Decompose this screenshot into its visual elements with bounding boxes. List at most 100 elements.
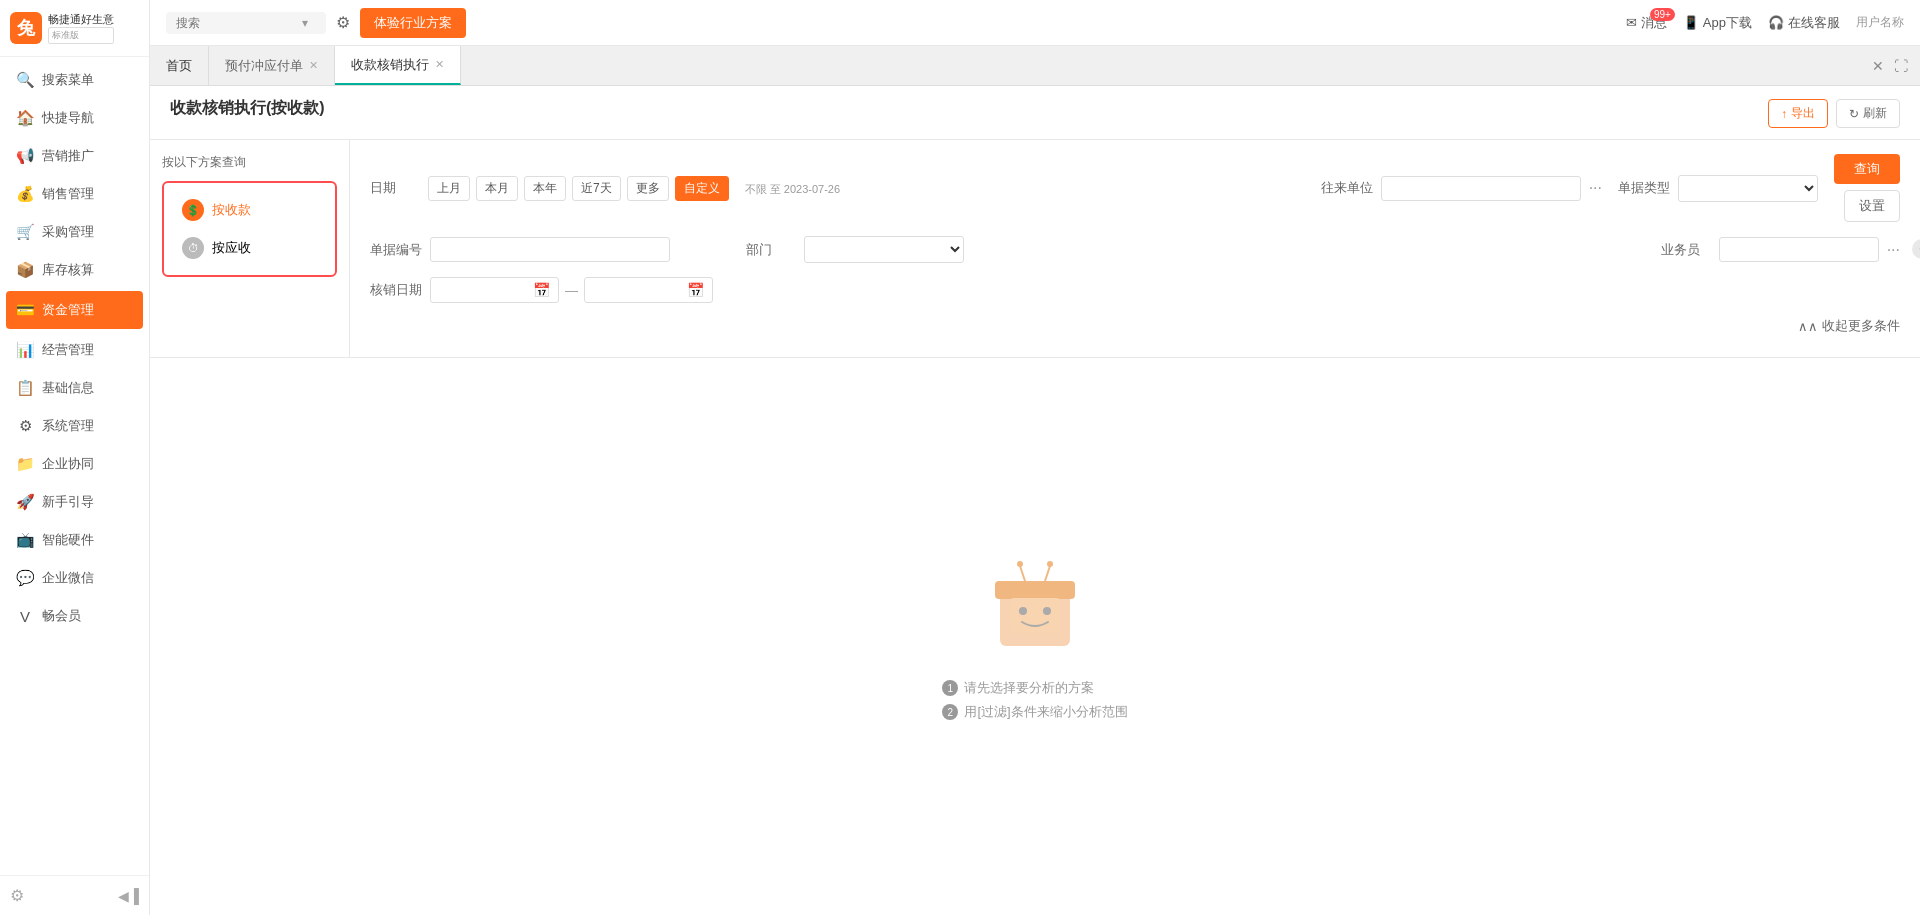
- export-icon: ↑: [1781, 107, 1787, 121]
- sidebar-item-basicinfo[interactable]: 📋 基础信息: [0, 369, 149, 407]
- sidebar-item-sales[interactable]: 💰 销售管理: [0, 175, 149, 213]
- sidebar-item-hardware[interactable]: 📺 智能硬件: [0, 521, 149, 559]
- writeoff-date-to[interactable]: 2023-07-21: [593, 283, 683, 298]
- sidebar-item-newguide[interactable]: 🚀 新手引导: [0, 483, 149, 521]
- sidebar-item-operations[interactable]: 📊 经营管理: [0, 331, 149, 369]
- svg-line-5: [1020, 566, 1025, 581]
- inventory-icon: 📦: [16, 261, 34, 279]
- sidebar-item-purchase[interactable]: 🛒 采购管理: [0, 213, 149, 251]
- hint-num-2: 2: [942, 704, 958, 720]
- writeoff-date-range: 2023-03-01 📅 — 2023-07-21 📅: [430, 277, 713, 303]
- salesman-more-icon[interactable]: ···: [1887, 241, 1900, 259]
- message-badge: 99+: [1650, 8, 1675, 21]
- collapse-sidebar-button[interactable]: ◀▐: [118, 888, 139, 904]
- counterparty-input[interactable]: [1381, 176, 1581, 201]
- expand-tab-button[interactable]: ⛶: [1894, 58, 1908, 74]
- filter-row-1: 日期 上月 本月 本年 近7天 更多 自定义 不限 至 2023-07-26: [370, 154, 1900, 222]
- sidebar-item-finance[interactable]: 💳 资金管理: [6, 291, 143, 329]
- filter-option-by-payment[interactable]: 💲 按收款: [172, 191, 327, 229]
- sidebar-item-search[interactable]: 🔍 搜索菜单: [0, 61, 149, 99]
- svg-rect-1: [995, 581, 1075, 599]
- close-tab-button[interactable]: ✕: [1872, 58, 1884, 74]
- export-button[interactable]: ↑ 导出: [1768, 99, 1828, 128]
- date-btn-this-year[interactable]: 本年: [524, 176, 566, 201]
- filter-row-3: 核销日期 2023-03-01 📅 — 2023-07-21 📅: [370, 277, 1900, 303]
- calendar-from-icon[interactable]: 📅: [533, 282, 550, 298]
- vouchertype-select[interactable]: [1678, 175, 1818, 202]
- sidebar-item-inventory[interactable]: 📦 库存核算: [0, 251, 149, 289]
- filter-option-by-receivable[interactable]: ⏱ 按应收: [172, 229, 327, 267]
- refresh-button[interactable]: ↻ 刷新: [1836, 99, 1900, 128]
- service-icon: 🎧: [1768, 15, 1784, 30]
- app-download-button[interactable]: 📱 App下载: [1683, 14, 1752, 32]
- page-action-buttons: ↑ 导出 ↻ 刷新: [1768, 99, 1900, 128]
- tab-label: 首页: [166, 57, 192, 75]
- sidebar-item-label: 采购管理: [42, 223, 94, 241]
- sidebar-item-wechat[interactable]: 💬 企业微信: [0, 559, 149, 597]
- tab-prepay[interactable]: 预付冲应付单 ✕: [209, 46, 335, 85]
- svg-point-8: [1047, 561, 1053, 567]
- sidebar-item-label: 企业协同: [42, 455, 94, 473]
- date-btn-this-month[interactable]: 本月: [476, 176, 518, 201]
- sidebar-item-label: 库存核算: [42, 261, 94, 279]
- date-range-separator: —: [565, 283, 578, 298]
- refresh-icon: ↻: [1849, 107, 1859, 121]
- date-btn-last-month[interactable]: 上月: [428, 176, 470, 201]
- writeoff-date-from[interactable]: 2023-03-01: [439, 283, 529, 298]
- sidebar-item-system[interactable]: ⚙ 系统管理: [0, 407, 149, 445]
- date-btn-7days[interactable]: 近7天: [572, 176, 621, 201]
- calendar-to-icon[interactable]: 📅: [687, 282, 704, 298]
- logo-icon: 兔: [10, 12, 42, 44]
- tab-bar: 首页 预付冲应付单 ✕ 收款核销执行 ✕ ✕ ⛶: [150, 46, 1920, 86]
- counterparty-more-icon[interactable]: ···: [1589, 179, 1602, 197]
- salesman-input[interactable]: [1719, 237, 1879, 262]
- message-button[interactable]: ✉ 消息 99+: [1626, 14, 1667, 32]
- sidebar-bottom: ⚙ ◀▐: [0, 875, 149, 915]
- date-btn-custom[interactable]: 自定义: [675, 176, 729, 201]
- writeoff-date-to-wrap: 2023-07-21 📅: [584, 277, 713, 303]
- user-name: 用户名称: [1856, 14, 1904, 31]
- empty-state: 1 请先选择要分析的方案 2 用[过滤]条件来缩小分析范围: [150, 358, 1920, 915]
- tab-close-icon[interactable]: ✕: [435, 58, 444, 71]
- tab-bar-actions: ✕ ⛶: [1860, 46, 1920, 85]
- settings-button[interactable]: 设置: [1844, 190, 1900, 222]
- date-btn-more[interactable]: 更多: [627, 176, 669, 201]
- tab-close-icon[interactable]: ✕: [309, 59, 318, 72]
- chevron-down-icon: ▾: [302, 16, 308, 30]
- collapse-more-filters-button[interactable]: ∧∧ 收起更多条件: [1798, 317, 1900, 335]
- query-button[interactable]: 查询: [1834, 154, 1900, 184]
- industry-solution-button[interactable]: 体验行业方案: [360, 8, 466, 38]
- app-version: 标准版: [48, 27, 114, 44]
- sidebar-item-label: 企业微信: [42, 569, 94, 587]
- basicinfo-icon: 📋: [16, 379, 34, 397]
- tab-writeoff[interactable]: 收款核销执行 ✕: [335, 46, 461, 85]
- sidebar-item-enterprise[interactable]: 📁 企业协同: [0, 445, 149, 483]
- svg-point-3: [1019, 607, 1027, 615]
- filter-dept-field: 部门: [746, 236, 964, 263]
- sidebar-item-marketing[interactable]: 📢 营销推广: [0, 137, 149, 175]
- sidebar-item-label: 畅会员: [42, 607, 81, 625]
- purchase-icon: 🛒: [16, 223, 34, 241]
- settings-icon[interactable]: ⚙: [10, 886, 24, 905]
- settings-gear-icon[interactable]: ⚙: [336, 13, 350, 32]
- marketing-icon: 📢: [16, 147, 34, 165]
- sidebar-item-quicknav[interactable]: 🏠 快捷导航: [0, 99, 149, 137]
- filter-scheme-panel: 按以下方案查询 💲 按收款 ⏱ 按应收: [150, 140, 350, 357]
- header-search-input[interactable]: [176, 16, 296, 30]
- dept-label: 部门: [746, 241, 796, 259]
- app-icon: 📱: [1683, 15, 1699, 30]
- content-area: 收款核销执行(按收款) ↑ 导出 ↻ 刷新 按以下方案查询: [150, 86, 1920, 915]
- svg-point-6: [1017, 561, 1023, 567]
- sidebar-item-label: 快捷导航: [42, 109, 94, 127]
- dept-select[interactable]: [804, 236, 964, 263]
- online-service-button[interactable]: 🎧 在线客服: [1768, 14, 1840, 32]
- enterprise-icon: 📁: [16, 455, 34, 473]
- sidebar-item-label: 搜索菜单: [42, 71, 94, 89]
- voucherno-input[interactable]: [430, 237, 670, 262]
- empty-hint-1: 1 请先选择要分析的方案: [942, 679, 1127, 697]
- tab-home[interactable]: 首页: [150, 46, 209, 85]
- empty-text: 1 请先选择要分析的方案 2 用[过滤]条件来缩小分析范围: [942, 679, 1127, 727]
- sidebar-item-member[interactable]: V 畅会员: [0, 597, 149, 635]
- header-search-area[interactable]: ▾: [166, 12, 326, 34]
- query-action-area: 查询 设置: [1834, 154, 1900, 222]
